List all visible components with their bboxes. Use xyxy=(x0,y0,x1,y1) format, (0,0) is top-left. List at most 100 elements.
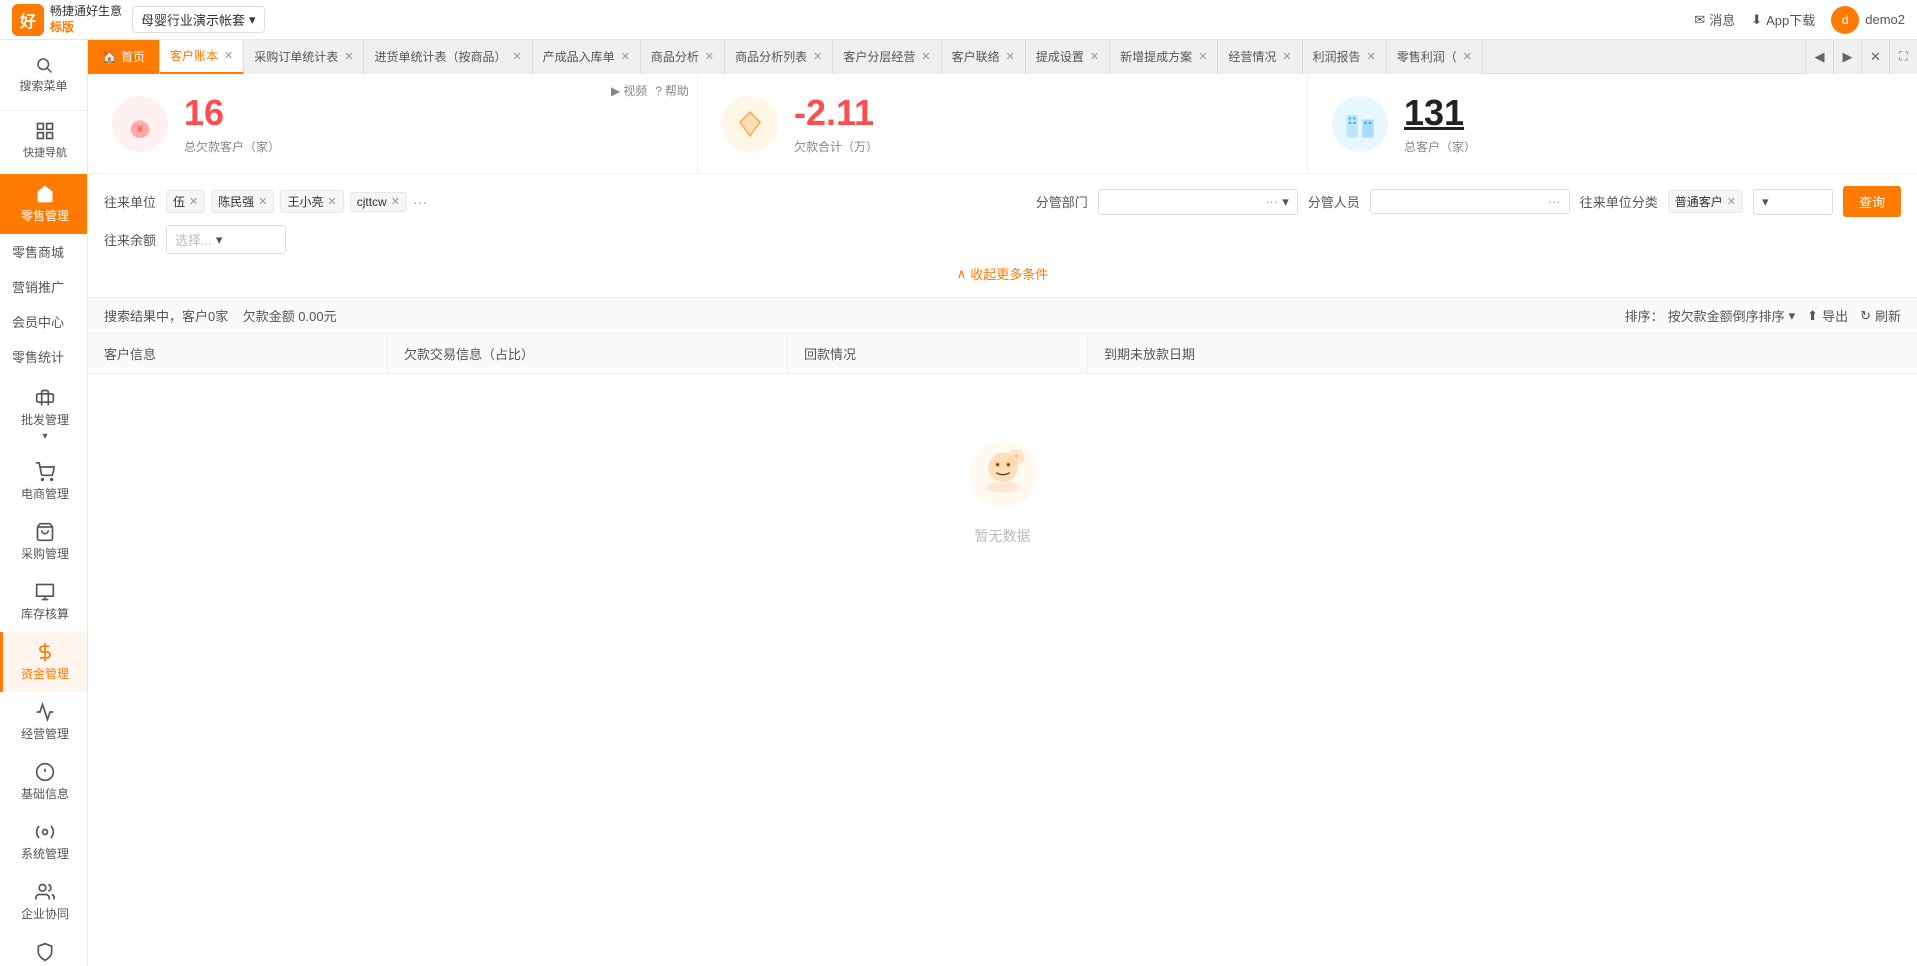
filter-tag-chen[interactable]: 陈民强 ✕ xyxy=(211,190,274,213)
remove-tag-wang[interactable]: ✕ xyxy=(328,195,337,208)
person-filter-select[interactable]: ··· xyxy=(1370,189,1570,214)
sidebar-item-inventory[interactable]: 库存核算 xyxy=(0,572,87,632)
message-btn[interactable]: ✉ 消息 xyxy=(1694,10,1735,29)
tab-customer-segment[interactable]: 客户分层经营 ✕ xyxy=(833,40,941,74)
tab-home[interactable]: 🏠 首页 xyxy=(88,40,160,74)
search-menu-btn[interactable]: 搜索菜单 xyxy=(8,50,79,100)
export-btn[interactable]: ⬆ 导出 xyxy=(1807,306,1848,325)
message-icon: ✉ xyxy=(1694,12,1705,28)
tab-close-purchase-order-stats[interactable]: ✕ xyxy=(344,50,353,63)
video-btn[interactable]: ▶ 视频 xyxy=(611,82,647,99)
tab-customer-contact[interactable]: 客户联络 ✕ xyxy=(942,40,1026,74)
filter-tag-wu[interactable]: 伍 ✕ xyxy=(166,190,205,213)
unit-filter-tags: 伍 ✕ 陈民强 ✕ 王小亮 ✕ cjttcw ✕ xyxy=(166,190,1026,213)
remove-tag-cjttcw[interactable]: ✕ xyxy=(391,195,400,208)
user-area[interactable]: d demo2 xyxy=(1831,6,1905,34)
filter-tag-normal-customer[interactable]: 普通客户 ✕ xyxy=(1668,190,1743,213)
filter-tag-cjttcw[interactable]: cjttcw ✕ xyxy=(350,192,407,212)
tab-close-promotion-settings[interactable]: ✕ xyxy=(1090,50,1099,63)
dept-chevron-icon: ▾ xyxy=(1282,194,1289,210)
sort-chevron-icon: ▾ xyxy=(1789,308,1796,324)
sidebar-sub-member-center[interactable]: 会员中心 xyxy=(0,304,87,339)
tab-next-btn[interactable]: ▶ xyxy=(1833,40,1861,74)
sidebar-item-operations[interactable]: 经营管理 xyxy=(0,692,87,752)
tab-purchase-order-stats[interactable]: 采购订单统计表 ✕ xyxy=(244,40,364,74)
tab-close-add-promotion-plan[interactable]: ✕ xyxy=(1198,50,1207,63)
stat-text-1: 16 总欠款客户（家） xyxy=(184,92,280,155)
tab-add-promotion-plan[interactable]: 新增提成方案 ✕ xyxy=(1110,40,1218,74)
tab-close-retail-profit[interactable]: ✕ xyxy=(1463,50,1472,63)
dept-filter-label: 分管部门 xyxy=(1036,192,1088,211)
sidebar-item-enterprise-collab[interactable]: 企业协同 xyxy=(0,872,87,932)
stat-label-total-customers: 总客户（家） xyxy=(1404,138,1476,155)
avatar: d xyxy=(1831,6,1859,34)
tab-profit-report[interactable]: 利润报告 ✕ xyxy=(1303,40,1387,74)
remove-tag-normal-customer[interactable]: ✕ xyxy=(1727,195,1736,208)
table-header: 客户信息 欠款交易信息（占比） 回款情况 到期未放款日期 xyxy=(88,334,1917,374)
tab-close-purchase-stats-by-product[interactable]: ✕ xyxy=(512,50,521,63)
result-actions: 排序： 按欠款金额倒序排序 ▾ ⬆ 导出 ↻ 刷新 xyxy=(1625,306,1901,325)
sidebar-item-system[interactable]: 系统管理 xyxy=(0,812,87,872)
sidebar-item-new-guide[interactable]: 新手引导 xyxy=(0,932,87,966)
filter-area: 往来单位 伍 ✕ 陈民强 ✕ 王小亮 ✕ xyxy=(88,174,1917,298)
sidebar-item-basic-info[interactable]: 基础信息 xyxy=(0,752,87,812)
filter-row-collapse: ∧ 收起更多条件 xyxy=(104,262,1901,285)
tab-fullscreen-btn[interactable]: ⛶ xyxy=(1889,40,1917,74)
filter-more-btn[interactable]: ··· xyxy=(413,194,427,210)
tab-close-customer-contact[interactable]: ✕ xyxy=(1006,50,1015,63)
refresh-btn[interactable]: ↻ 刷新 xyxy=(1860,306,1901,325)
top-bar-right: ✉ 消息 ⬇ App下载 d demo2 xyxy=(1694,6,1905,34)
sidebar-item-ecommerce[interactable]: 电商管理 xyxy=(0,452,87,512)
purchase-icon xyxy=(35,522,55,542)
filter-tag-wang[interactable]: 王小亮 ✕ xyxy=(280,190,343,213)
dept-filter-select[interactable]: ··· ▾ xyxy=(1098,189,1298,215)
tab-close-product-analysis-list[interactable]: ✕ xyxy=(813,50,822,63)
tab-retail-profit[interactable]: 零售利润（ ✕ xyxy=(1387,40,1483,74)
sidebar-item-finance[interactable]: 资金管理 xyxy=(0,632,87,692)
collapse-btn[interactable]: ∧ 收起更多条件 xyxy=(949,262,1057,285)
video-help: ▶ 视频 ? 帮助 xyxy=(611,82,689,99)
tab-product-cost-entry[interactable]: 产成品入库单 ✕ xyxy=(533,40,641,74)
tab-operations-status[interactable]: 经营情况 ✕ xyxy=(1218,40,1302,74)
diamond-icon xyxy=(734,108,766,140)
sidebar-item-retail-mgmt[interactable]: 零售管理 xyxy=(0,174,87,234)
sidebar-sub-retail-mall[interactable]: 零售商城 xyxy=(0,234,87,269)
sidebar-sub-retail-stats[interactable]: 零售统计 xyxy=(0,339,87,374)
tab-close-operations-status[interactable]: ✕ xyxy=(1282,50,1291,63)
remove-tag-wu[interactable]: ✕ xyxy=(189,195,198,208)
sidebar-item-wholesale-mgmt[interactable]: 批发管理 ▾ xyxy=(0,378,87,452)
tab-close-product-cost-entry[interactable]: ✕ xyxy=(621,50,630,63)
tab-prev-btn[interactable]: ◀ xyxy=(1805,40,1833,74)
dept-select-suffix: ··· xyxy=(1265,194,1278,209)
ecommerce-icon xyxy=(35,462,55,482)
stat-number-overdue-amount: -2.11 xyxy=(794,92,878,134)
unit-type-chevron-icon: ▾ xyxy=(1762,194,1769,210)
tab-close-customer-account[interactable]: ✕ xyxy=(224,49,233,62)
help-btn[interactable]: ? 帮助 xyxy=(655,82,689,99)
tab-close-all-btn[interactable]: ✕ xyxy=(1861,40,1889,74)
tab-product-analysis[interactable]: 商品分析 ✕ xyxy=(641,40,725,74)
sort-select[interactable]: 排序： 按欠款金额倒序排序 ▾ xyxy=(1625,306,1796,325)
sidebar-item-quick-nav[interactable]: 快捷导航 xyxy=(0,111,87,170)
tab-close-product-analysis[interactable]: ✕ xyxy=(705,50,714,63)
balance-filter-select[interactable]: 选择... ▾ xyxy=(166,225,286,254)
tab-promotion-settings[interactable]: 提成设置 ✕ xyxy=(1026,40,1110,74)
play-icon: ▶ xyxy=(611,84,620,98)
stat-total-customers: 131 总客户（家） xyxy=(1308,74,1917,173)
tab-product-analysis-list[interactable]: 商品分析列表 ✕ xyxy=(725,40,833,74)
quick-nav-icon xyxy=(35,121,55,141)
balance-filter-label: 往来余额 xyxy=(104,230,156,249)
search-btn[interactable]: 查询 xyxy=(1843,186,1901,217)
tab-close-profit-report[interactable]: ✕ xyxy=(1367,50,1376,63)
stat-text-2: -2.11 欠款合计（万） xyxy=(794,92,878,155)
store-selector[interactable]: 母婴行业演示帐套 ▾ xyxy=(132,6,265,33)
sidebar-item-purchase[interactable]: 采购管理 xyxy=(0,512,87,572)
tab-purchase-stats-by-product[interactable]: 进货单统计表（按商品） ✕ xyxy=(364,40,532,74)
unit-type-select[interactable]: ▾ xyxy=(1753,189,1833,215)
app-download-btn[interactable]: ⬇ App下载 xyxy=(1751,10,1815,29)
tab-close-customer-segment[interactable]: ✕ xyxy=(921,50,930,63)
remove-tag-chen[interactable]: ✕ xyxy=(258,195,267,208)
sidebar-sub-marketing[interactable]: 营销推广 xyxy=(0,269,87,304)
logo-area: 好 畅捷通好生意 标版 xyxy=(12,4,122,36)
tab-customer-account[interactable]: 客户账本 ✕ xyxy=(160,40,244,74)
